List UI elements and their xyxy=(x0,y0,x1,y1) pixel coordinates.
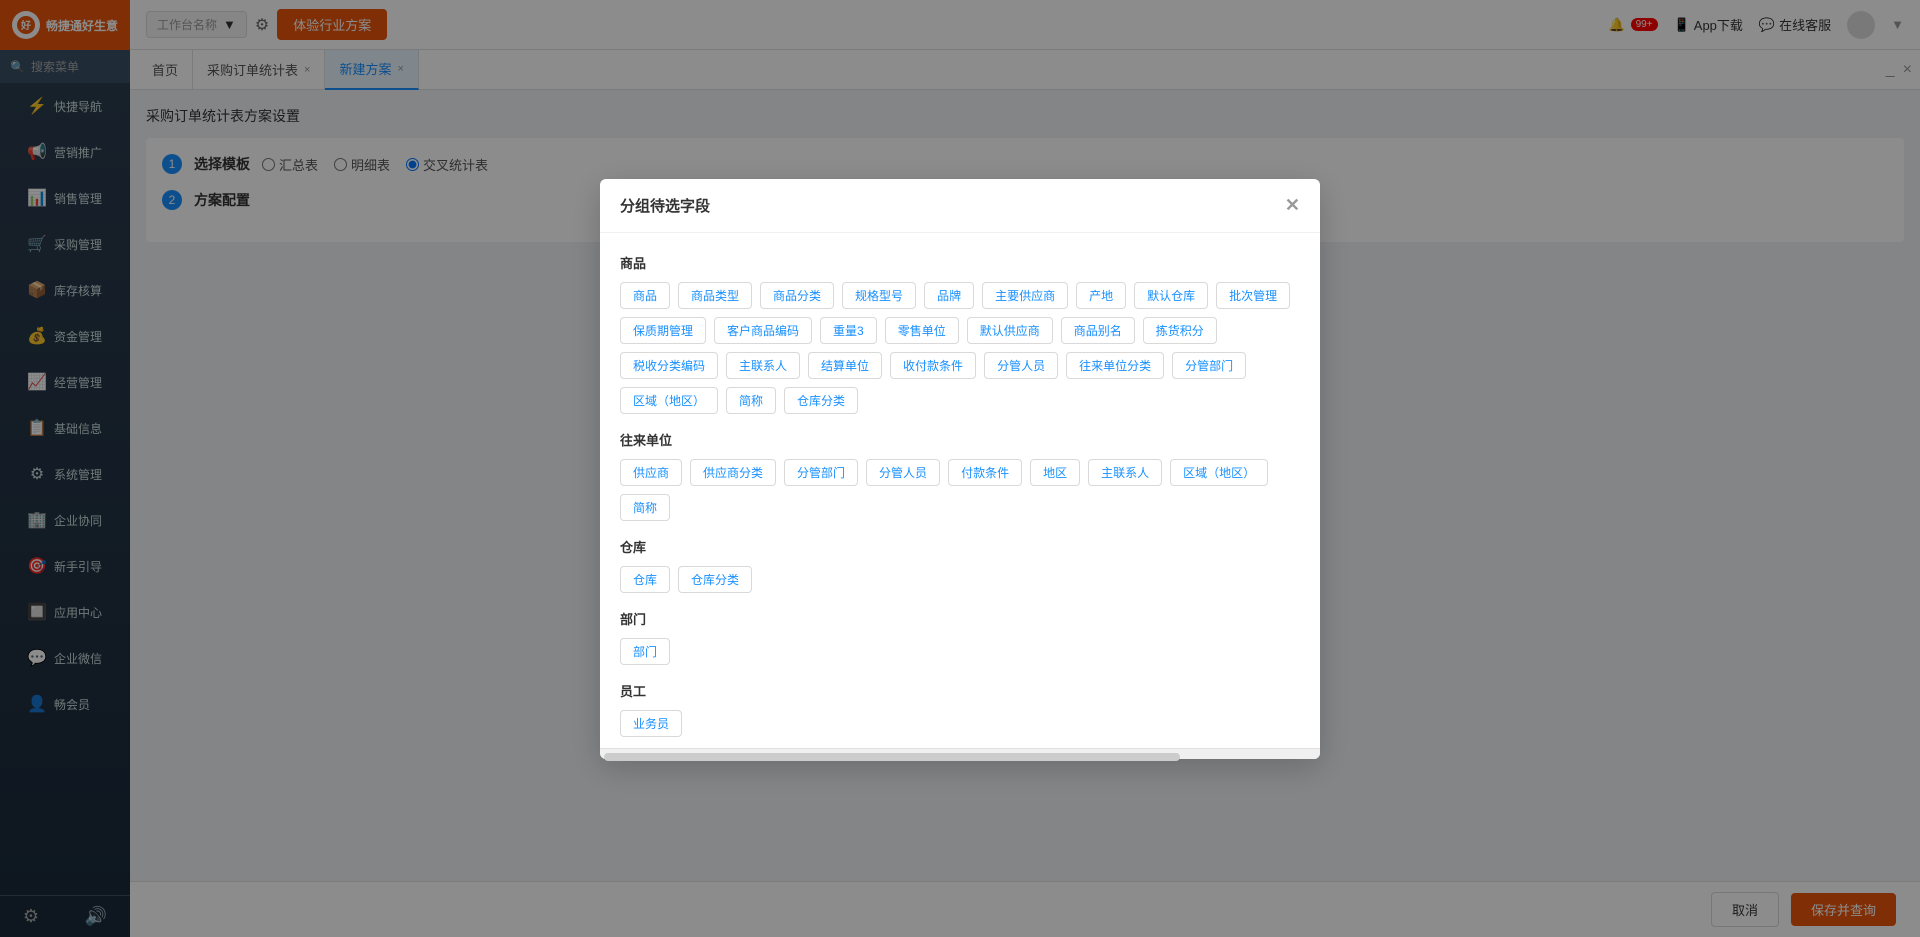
modal-hscroll-thumb xyxy=(604,753,1180,761)
field-tag-product-16[interactable]: 税收分类编码 xyxy=(620,352,718,379)
modal-header: 分组待选字段 ✕ xyxy=(600,179,1320,233)
field-tag-product-8[interactable]: 批次管理 xyxy=(1216,282,1290,309)
field-grid-employee: 业务员 xyxy=(620,710,1300,737)
field-tag-department-0[interactable]: 部门 xyxy=(620,638,670,665)
field-tag-product-9[interactable]: 保质期管理 xyxy=(620,317,706,344)
modal-title: 分组待选字段 xyxy=(620,195,710,216)
modal-body[interactable]: 商品商品商品类型商品分类规格型号品牌主要供应商产地默认仓库批次管理保质期管理客户… xyxy=(600,233,1320,749)
field-tag-partner-8[interactable]: 简称 xyxy=(620,494,670,521)
field-grid-product: 商品商品类型商品分类规格型号品牌主要供应商产地默认仓库批次管理保质期管理客户商品… xyxy=(620,282,1300,414)
field-tag-partner-6[interactable]: 主联系人 xyxy=(1088,459,1162,486)
field-tag-product-2[interactable]: 商品分类 xyxy=(760,282,834,309)
field-tag-product-7[interactable]: 默认仓库 xyxy=(1134,282,1208,309)
field-tag-product-12[interactable]: 零售单位 xyxy=(885,317,959,344)
field-tag-partner-0[interactable]: 供应商 xyxy=(620,459,682,486)
field-grid-department: 部门 xyxy=(620,638,1300,665)
section-title-employee: 员工 xyxy=(620,681,1300,700)
field-tag-partner-3[interactable]: 分管人员 xyxy=(866,459,940,486)
field-tag-product-10[interactable]: 客户商品编码 xyxy=(714,317,812,344)
field-tag-product-22[interactable]: 分管部门 xyxy=(1172,352,1246,379)
modal-close-button[interactable]: ✕ xyxy=(1285,195,1300,216)
field-tag-partner-4[interactable]: 付款条件 xyxy=(948,459,1022,486)
field-tag-product-24[interactable]: 简称 xyxy=(726,387,776,414)
field-tag-product-17[interactable]: 主联系人 xyxy=(726,352,800,379)
field-tag-partner-5[interactable]: 地区 xyxy=(1030,459,1080,486)
modal: 分组待选字段 ✕ 商品商品商品类型商品分类规格型号品牌主要供应商产地默认仓库批次… xyxy=(600,179,1320,759)
field-tag-product-19[interactable]: 收付款条件 xyxy=(890,352,976,379)
field-tag-product-1[interactable]: 商品类型 xyxy=(678,282,752,309)
field-tag-product-18[interactable]: 结算单位 xyxy=(808,352,882,379)
field-tag-product-20[interactable]: 分管人员 xyxy=(984,352,1058,379)
field-tag-product-15[interactable]: 拣货积分 xyxy=(1143,317,1217,344)
field-tag-partner-7[interactable]: 区域（地区） xyxy=(1170,459,1268,486)
field-tag-product-0[interactable]: 商品 xyxy=(620,282,670,309)
modal-overlay: 分组待选字段 ✕ 商品商品商品类型商品分类规格型号品牌主要供应商产地默认仓库批次… xyxy=(0,0,1920,937)
section-title-warehouse: 仓库 xyxy=(620,537,1300,556)
field-tag-warehouse-1[interactable]: 仓库分类 xyxy=(678,566,752,593)
field-tag-product-5[interactable]: 主要供应商 xyxy=(982,282,1068,309)
field-tag-product-3[interactable]: 规格型号 xyxy=(842,282,916,309)
field-tag-product-14[interactable]: 商品别名 xyxy=(1061,317,1135,344)
field-grid-partner: 供应商供应商分类分管部门分管人员付款条件地区主联系人区域（地区） 简称 xyxy=(620,459,1300,521)
field-tag-employee-0[interactable]: 业务员 xyxy=(620,710,682,737)
field-tag-product-23[interactable]: 区域（地区） xyxy=(620,387,718,414)
modal-horizontal-scrollbar[interactable] xyxy=(600,748,1320,758)
field-tag-product-25[interactable]: 仓库分类 xyxy=(784,387,858,414)
section-title-department: 部门 xyxy=(620,609,1300,628)
section-title-product: 商品 xyxy=(620,253,1300,272)
section-title-partner: 往来单位 xyxy=(620,430,1300,449)
field-tag-product-21[interactable]: 往来单位分类 xyxy=(1066,352,1164,379)
field-tag-product-4[interactable]: 品牌 xyxy=(924,282,974,309)
field-tag-warehouse-0[interactable]: 仓库 xyxy=(620,566,670,593)
field-tag-product-6[interactable]: 产地 xyxy=(1076,282,1126,309)
field-tag-product-13[interactable]: 默认供应商 xyxy=(967,317,1053,344)
field-tag-partner-2[interactable]: 分管部门 xyxy=(784,459,858,486)
field-grid-warehouse: 仓库仓库分类 xyxy=(620,566,1300,593)
field-tag-partner-1[interactable]: 供应商分类 xyxy=(690,459,776,486)
field-tag-product-11[interactable]: 重量3 xyxy=(820,317,877,344)
